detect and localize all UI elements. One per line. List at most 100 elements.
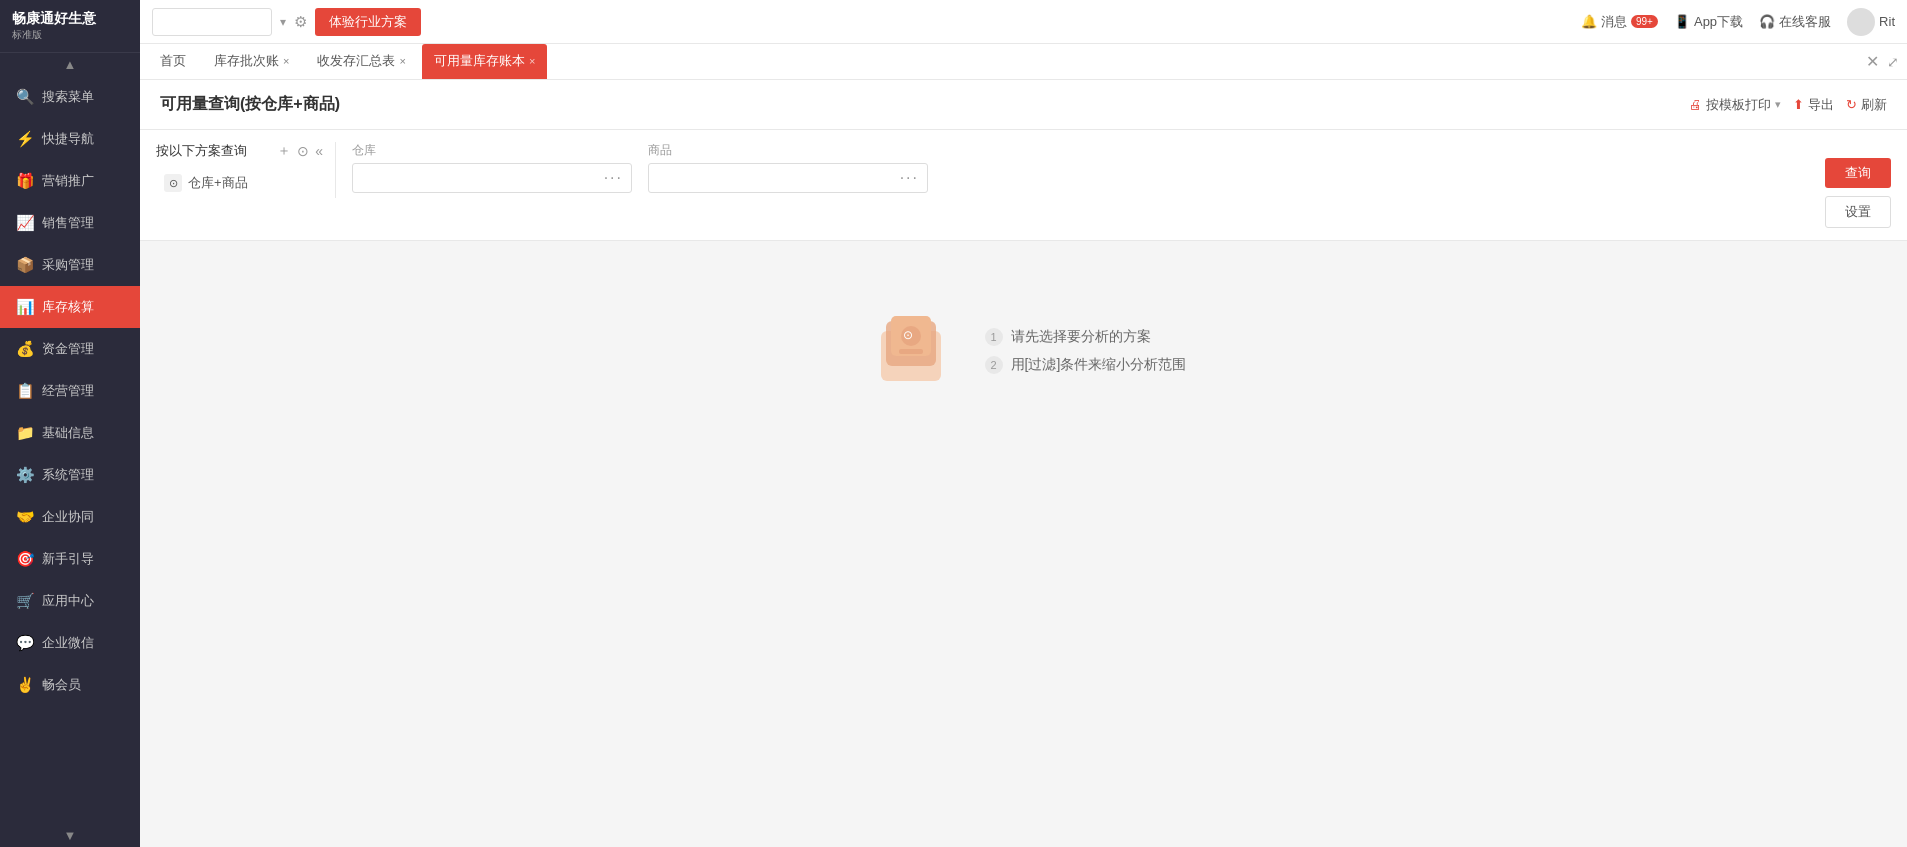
sidebar-item-label: 基础信息 xyxy=(42,424,94,442)
page-actions: 🖨 按模板打印 ▾ ⬆ 导出 ↻ 刷新 xyxy=(1689,96,1887,114)
sidebar-item-search[interactable]: 🔍 搜索菜单 xyxy=(0,76,140,118)
tab-batch-account[interactable]: 库存批次账 × xyxy=(202,44,301,79)
tabs-close-all-button[interactable]: ✕ xyxy=(1866,52,1879,71)
headset-icon: 🎧 xyxy=(1759,14,1775,29)
empty-state: ⊙ 1 请先选择要分析的方案 2 用[过滤]条件来缩小分析范围 xyxy=(140,241,1907,461)
sidebar-item-finance[interactable]: 💰 资金管理 xyxy=(0,328,140,370)
tab-batch-account-label: 库存批次账 xyxy=(214,52,279,70)
sidebar-item-label: 采购管理 xyxy=(42,256,94,274)
tab-home-label: 首页 xyxy=(160,52,186,70)
sidebar-item-wechat[interactable]: 💬 企业微信 xyxy=(0,622,140,664)
more-icon[interactable]: ··· xyxy=(604,169,623,187)
sidebar-item-label: 企业微信 xyxy=(42,634,94,652)
empty-step-1: 1 请先选择要分析的方案 xyxy=(985,328,1187,346)
sidebar-item-label: 快捷导航 xyxy=(42,130,94,148)
goods-input[interactable]: ··· xyxy=(648,163,928,193)
tab-available-account-label: 可用量库存账本 xyxy=(434,52,525,70)
collapse-icon[interactable]: « xyxy=(315,143,323,159)
export-button[interactable]: ⬆ 导出 xyxy=(1793,96,1834,114)
filter-sidebar-actions: ＋ ⊙ « xyxy=(277,142,323,160)
user-profile[interactable]: Rit xyxy=(1847,8,1895,36)
svg-text:⊙: ⊙ xyxy=(903,328,913,342)
sidebar-scroll-down[interactable]: ▼ xyxy=(0,824,140,847)
topbar-search-input[interactable] xyxy=(152,8,272,36)
filter-scheme-item-warehouse-goods[interactable]: ⊙ 仓库+商品 xyxy=(156,168,323,198)
goods-filter-field: 商品 ··· xyxy=(648,142,928,193)
folder-icon: 📁 xyxy=(16,424,34,442)
warehouse-input[interactable]: ··· xyxy=(352,163,632,193)
sidebar-item-operation[interactable]: 📋 经营管理 xyxy=(0,370,140,412)
export-label: 导出 xyxy=(1808,96,1834,114)
app-tag: 标准版 xyxy=(12,28,128,42)
chevron-down-icon[interactable]: ▾ xyxy=(1775,98,1781,111)
sidebar-item-guide[interactable]: 🎯 新手引导 xyxy=(0,538,140,580)
refresh-label: 刷新 xyxy=(1861,96,1887,114)
scheme-label: 仓库+商品 xyxy=(188,174,248,192)
sidebar-header: 畅康通好生意 标准版 xyxy=(0,0,140,53)
settings-icon[interactable]: ⚙ xyxy=(294,13,307,31)
svg-rect-4 xyxy=(899,349,923,354)
export-icon: ⬆ xyxy=(1793,97,1804,112)
add-scheme-icon[interactable]: ＋ xyxy=(277,142,291,160)
tab-receive-summary[interactable]: 收发存汇总表 × xyxy=(305,44,417,79)
sidebar-item-inventory[interactable]: 📊 库存核算 xyxy=(0,286,140,328)
user-name: Rit xyxy=(1879,14,1895,29)
close-icon[interactable]: × xyxy=(399,55,405,67)
sidebar-item-label: 经营管理 xyxy=(42,382,94,400)
settings-scheme-icon[interactable]: ⊙ xyxy=(297,143,309,159)
step-number-2: 2 xyxy=(985,356,1003,374)
sidebar-item-marketing[interactable]: 🎁 营销推广 xyxy=(0,160,140,202)
tab-receive-summary-label: 收发存汇总表 xyxy=(317,52,395,70)
online-service-button[interactable]: 🎧 在线客服 xyxy=(1759,13,1831,31)
sidebar-item-app-center[interactable]: 🛒 应用中心 xyxy=(0,580,140,622)
print-button[interactable]: 🖨 按模板打印 ▾ xyxy=(1689,96,1781,114)
avatar xyxy=(1847,8,1875,36)
chat-icon: 💬 xyxy=(16,634,34,652)
step-1-text: 请先选择要分析的方案 xyxy=(1011,328,1151,346)
chevron-down-icon[interactable]: ▾ xyxy=(280,15,286,29)
close-icon[interactable]: × xyxy=(283,55,289,67)
sidebar-item-system[interactable]: ⚙️ 系统管理 xyxy=(0,454,140,496)
refresh-button[interactable]: ↻ 刷新 xyxy=(1846,96,1887,114)
bell-icon: 🔔 xyxy=(1581,14,1597,29)
sidebar-item-label: 应用中心 xyxy=(42,592,94,610)
sidebar-item-member[interactable]: ✌️ 畅会员 xyxy=(0,664,140,706)
money-icon: 💰 xyxy=(16,340,34,358)
sidebar-scroll-up[interactable]: ▲ xyxy=(0,53,140,76)
filter-settings-button[interactable]: 设置 xyxy=(1825,196,1891,228)
sidebar-item-label: 库存核算 xyxy=(42,298,94,316)
tab-home[interactable]: 首页 xyxy=(148,44,198,79)
more-icon[interactable]: ··· xyxy=(900,169,919,187)
print-icon: 🖨 xyxy=(1689,97,1702,112)
tabs-actions: ✕ ⤢ xyxy=(1866,52,1899,71)
sidebar-item-label: 畅会员 xyxy=(42,676,81,694)
message-button[interactable]: 🔔 消息 99+ xyxy=(1581,13,1658,31)
sidebar-item-sales[interactable]: 📈 销售管理 xyxy=(0,202,140,244)
filter-fields: 仓库 ··· 商品 ··· xyxy=(336,142,1809,193)
inventory-icon: 📊 xyxy=(16,298,34,316)
empty-text: 1 请先选择要分析的方案 2 用[过滤]条件来缩小分析范围 xyxy=(985,328,1187,374)
warehouse-filter-field: 仓库 ··· xyxy=(352,142,632,193)
sidebar-item-label: 搜索菜单 xyxy=(42,88,94,106)
sidebar-item-enterprise[interactable]: 🤝 企业协同 xyxy=(0,496,140,538)
sidebar-item-purchase[interactable]: 📦 采购管理 xyxy=(0,244,140,286)
trial-button[interactable]: 体验行业方案 xyxy=(315,8,421,36)
filter-area: 按以下方案查询 ＋ ⊙ « ⊙ 仓库+商品 仓库 xyxy=(140,130,1907,241)
box-icon: 📦 xyxy=(16,256,34,274)
page-header: 可用量查询(按仓库+商品) 🖨 按模板打印 ▾ ⬆ 导出 ↻ 刷新 xyxy=(140,80,1907,130)
app-download-button[interactable]: 📱 App下载 xyxy=(1674,13,1743,31)
tab-available-account[interactable]: 可用量库存账本 × xyxy=(422,44,547,79)
sidebar-item-quick-nav[interactable]: ⚡ 快捷导航 xyxy=(0,118,140,160)
sidebar: 畅康通好生意 标准版 ▲ 🔍 搜索菜单 ⚡ 快捷导航 🎁 营销推广 📈 销售管理… xyxy=(0,0,140,847)
tabs-expand-button[interactable]: ⤢ xyxy=(1887,54,1899,70)
empty-step-2: 2 用[过滤]条件来缩小分析范围 xyxy=(985,356,1187,374)
sidebar-item-label: 营销推广 xyxy=(42,172,94,190)
query-button[interactable]: 查询 xyxy=(1825,158,1891,188)
online-service-label: 在线客服 xyxy=(1779,13,1831,31)
sidebar-item-label: 新手引导 xyxy=(42,550,94,568)
tab-bar: 首页 库存批次账 × 收发存汇总表 × 可用量库存账本 × ✕ ⤢ xyxy=(140,44,1907,80)
filter-sidebar-header: 按以下方案查询 ＋ ⊙ « xyxy=(156,142,323,160)
sidebar-item-base[interactable]: 📁 基础信息 xyxy=(0,412,140,454)
cart-icon: 🛒 xyxy=(16,592,34,610)
close-icon[interactable]: × xyxy=(529,55,535,67)
